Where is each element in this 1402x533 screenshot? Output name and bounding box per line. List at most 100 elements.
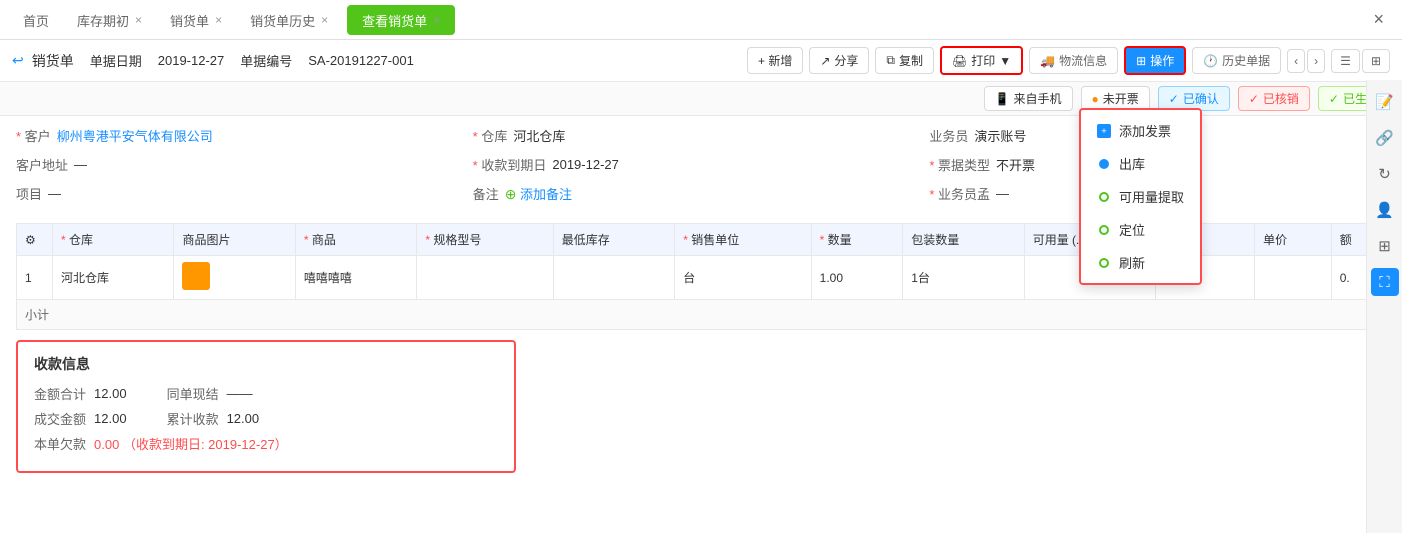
tab-inventory-close[interactable]: × <box>135 13 142 27</box>
logistics-button[interactable]: 🚚 物流信息 <box>1029 47 1118 74</box>
operate-button[interactable]: ⊞ 操作 <box>1124 46 1186 75</box>
cumulative-payment-value: 12.00 <box>227 411 260 426</box>
th-min-stock: 最低库存 <box>553 224 674 256</box>
th-pack-qty: 包装数量 <box>903 224 1024 256</box>
window-close-button[interactable]: × <box>1365 9 1392 30</box>
same-order-settle-item: 同单现结 —— <box>167 384 253 403</box>
history-button[interactable]: 🕐 历史单据 <box>1192 47 1281 74</box>
warehouse-label: 仓库 <box>473 126 508 145</box>
prev-button[interactable]: ‹ <box>1287 49 1305 73</box>
add-invoice-icon: + <box>1097 124 1111 138</box>
total-amount-value: 12.00 <box>94 386 127 401</box>
nav-arrows: ‹ › <box>1287 49 1325 73</box>
project-group: 项目 — <box>16 184 473 203</box>
list-view-button[interactable]: ☰ <box>1331 49 1360 73</box>
tab-inventory-init[interactable]: 库存期初 × <box>64 4 155 36</box>
row-product: 嘻嘻嘻嘻 <box>295 256 416 300</box>
customer-group: 客户 柳州粤港平安气体有限公司 <box>16 126 473 145</box>
refresh-icon <box>1097 256 1111 270</box>
date-value: 2019-12-27 <box>158 53 225 68</box>
payment-date-value: 2019-12-27 <box>552 157 619 172</box>
print-icon: 🖨 <box>952 54 967 68</box>
dropdown-refresh[interactable]: 刷新 <box>1081 246 1200 279</box>
th-unit-price: 单价 <box>1255 224 1332 256</box>
salesperson2-label: 业务员孟 <box>929 184 990 203</box>
tab-view-label: 查看销货单 <box>362 11 427 30</box>
tab-inventory-label: 库存期初 <box>77 11 129 30</box>
warehouse-value: 河北仓库 <box>513 126 565 145</box>
th-settings[interactable]: ⚙ <box>17 224 53 256</box>
current-due-value: 0.00 （收款到期日: 2019-12-27） <box>94 434 288 453</box>
remark-group: 备注 ⊕ 添加备注 <box>473 184 930 203</box>
print-button[interactable]: 🖨 打印 ▼ <box>940 46 1023 75</box>
remark-add[interactable]: ⊕ 添加备注 <box>505 184 572 203</box>
sidebar-grid-icon[interactable]: ⊞ <box>1371 232 1399 260</box>
project-label: 项目 <box>16 184 42 203</box>
project-value: — <box>48 186 61 201</box>
same-order-settle-label: 同单现结 <box>167 384 219 403</box>
row-spec <box>417 256 553 300</box>
confirm-icon: ✓ <box>1169 92 1179 106</box>
main-content: ↩ 销货单 单据日期 2019-12-27 单据编号 SA-20191227-0… <box>0 40 1402 533</box>
sidebar-expand-icon[interactable]: ⛶ <box>1371 268 1399 296</box>
tab-view-close[interactable]: × <box>433 13 440 27</box>
same-order-settle-value: —— <box>227 386 253 401</box>
payment-date-label: 收款到期日 <box>473 155 547 174</box>
payment-row-2: 成交金额 12.00 累计收款 12.00 <box>34 409 498 428</box>
due-note: （收款到期日: 2019-12-27） <box>123 437 288 452</box>
tab-history-close[interactable]: × <box>321 13 328 27</box>
payment-section: 收款信息 金额合计 12.00 同单现结 —— 成交金额 12.00 累计收款 … <box>16 340 516 473</box>
dropdown-ship-out[interactable]: 出库 <box>1081 147 1200 180</box>
from-phone-button[interactable]: 📱 来自手机 <box>984 86 1073 111</box>
toolbar: ↩ 销货单 单据日期 2019-12-27 单据编号 SA-20191227-0… <box>0 40 1402 82</box>
tab-sales-order[interactable]: 销货单 × <box>157 4 235 36</box>
logistics-icon: 🚚 <box>1040 54 1055 68</box>
th-product-img: 商品图片 <box>174 224 295 256</box>
row-no: 1 <box>17 256 53 300</box>
cancelled-button[interactable]: ✓ 已核销 <box>1238 86 1310 111</box>
address-label: 客户地址 <box>16 155 68 174</box>
th-quantity: 数量 <box>811 224 903 256</box>
tab-home[interactable]: 首页 <box>10 4 62 36</box>
tab-sales-close[interactable]: × <box>215 13 222 27</box>
row-pack-qty: 1台 <box>903 256 1024 300</box>
ship-out-icon <box>1097 157 1111 171</box>
sidebar-person-icon[interactable]: 👤 <box>1371 196 1399 224</box>
total-amount-item: 金额合计 12.00 <box>34 384 127 403</box>
tab-view-sales[interactable]: 查看销货单 × <box>347 5 455 35</box>
subtotal-label: 小计 <box>17 300 1386 330</box>
cumulative-payment-label: 累计收款 <box>167 409 219 428</box>
number-label: 单据编号 <box>240 51 292 70</box>
copy-button[interactable]: ⧉ 复制 <box>875 47 934 74</box>
row-unit-price <box>1255 256 1332 300</box>
tab-home-label: 首页 <box>23 11 49 30</box>
customer-label: 客户 <box>16 126 51 145</box>
current-due-item: 本单欠款 0.00 （收款到期日: 2019-12-27） <box>34 434 288 453</box>
th-spec: 规格型号 <box>417 224 553 256</box>
history-icon: 🕐 <box>1203 54 1218 68</box>
sidebar-refresh-icon[interactable]: ↻ <box>1371 160 1399 188</box>
add-button[interactable]: + 新增 <box>747 47 803 74</box>
current-due-label: 本单欠款 <box>34 434 86 453</box>
view-buttons: ☰ ⊞ <box>1331 49 1390 73</box>
right-sidebar: 📝 🔗 ↻ 👤 ⊞ ⛶ <box>1366 80 1402 533</box>
customer-value[interactable]: 柳州粤港平安气体有限公司 <box>57 126 213 145</box>
cancel-icon: ✓ <box>1249 92 1259 106</box>
share-button[interactable]: ↗ 分享 <box>809 47 869 74</box>
sidebar-link-icon[interactable]: 🔗 <box>1371 124 1399 152</box>
available-qty-icon <box>1097 190 1111 204</box>
th-product: 商品 <box>295 224 416 256</box>
payment-title: 收款信息 <box>34 354 498 374</box>
address-group: 客户地址 — <box>16 155 473 174</box>
dropdown-locate[interactable]: 定位 <box>1081 213 1200 246</box>
dropdown-add-invoice[interactable]: + 添加发票 <box>1081 114 1200 147</box>
sidebar-edit-icon[interactable]: 📝 <box>1371 88 1399 116</box>
tab-sales-history[interactable]: 销货单历史 × <box>237 4 341 36</box>
next-button[interactable]: › <box>1307 49 1325 73</box>
salesperson-label: 业务员 <box>929 126 968 145</box>
operate-icon: ⊞ <box>1136 54 1146 68</box>
dropdown-menu: + 添加发票 出库 可用量提取 定位 刷新 <box>1079 108 1202 285</box>
print-dropdown-arrow: ▼ <box>999 54 1011 68</box>
dropdown-available-qty[interactable]: 可用量提取 <box>1081 180 1200 213</box>
grid-view-button[interactable]: ⊞ <box>1362 49 1390 73</box>
